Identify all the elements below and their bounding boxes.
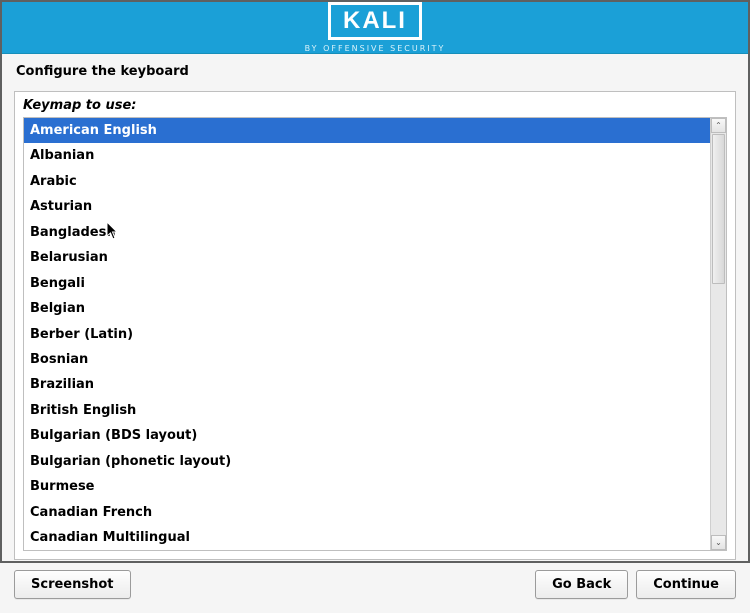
keymap-panel: Keymap to use: American EnglishAlbanianA… — [14, 91, 736, 560]
list-item[interactable]: Asturian — [24, 194, 710, 219]
list-item[interactable]: Arabic — [24, 169, 710, 194]
panel-label: Keymap to use: — [23, 98, 727, 113]
chevron-down-icon: ⌄ — [715, 538, 722, 547]
list-item[interactable]: Bulgarian (phonetic layout) — [24, 449, 710, 474]
list-item[interactable]: Burmese — [24, 474, 710, 499]
page-title: Configure the keyboard — [14, 64, 736, 79]
scrollbar[interactable]: ⌃ ⌄ — [710, 118, 726, 550]
logo-box: KALI — [328, 2, 422, 40]
logo: KALI BY OFFENSIVE SECURITY — [305, 2, 446, 53]
list-item[interactable]: Canadian French — [24, 500, 710, 525]
list-item[interactable]: Bengali — [24, 271, 710, 296]
keymap-listbox[interactable]: American EnglishAlbanianArabicAsturianBa… — [24, 118, 710, 550]
list-item[interactable]: British English — [24, 398, 710, 423]
chevron-up-icon: ⌃ — [715, 121, 722, 130]
scroll-up-button[interactable]: ⌃ — [711, 118, 726, 133]
installer-window: KALI BY OFFENSIVE SECURITY Configure the… — [0, 0, 750, 563]
logo-text: KALI — [343, 7, 407, 34]
list-item[interactable]: Berber (Latin) — [24, 322, 710, 347]
list-item[interactable]: Brazilian — [24, 372, 710, 397]
list-item[interactable]: Belgian — [24, 296, 710, 321]
list-item[interactable]: Albanian — [24, 143, 710, 168]
list-item[interactable]: Bulgarian (BDS layout) — [24, 423, 710, 448]
continue-button[interactable]: Continue — [636, 570, 736, 599]
header: KALI BY OFFENSIVE SECURITY — [2, 2, 748, 54]
screenshot-button[interactable]: Screenshot — [14, 570, 131, 599]
list-item[interactable]: Bangladesh — [24, 220, 710, 245]
list-item[interactable]: Bosnian — [24, 347, 710, 372]
list-item[interactable]: Belarusian — [24, 245, 710, 270]
scroll-thumb[interactable] — [712, 134, 725, 284]
list-item[interactable]: American English — [24, 118, 710, 143]
keymap-list-container: American EnglishAlbanianArabicAsturianBa… — [23, 117, 727, 551]
content: Configure the keyboard Keymap to use: Am… — [2, 54, 748, 613]
list-item[interactable]: Canadian Multilingual — [24, 525, 710, 550]
go-back-button[interactable]: Go Back — [535, 570, 628, 599]
logo-subtitle: BY OFFENSIVE SECURITY — [305, 44, 446, 53]
scroll-down-button[interactable]: ⌄ — [711, 535, 726, 550]
spacer — [139, 570, 528, 599]
button-bar: Screenshot Go Back Continue — [14, 570, 736, 607]
